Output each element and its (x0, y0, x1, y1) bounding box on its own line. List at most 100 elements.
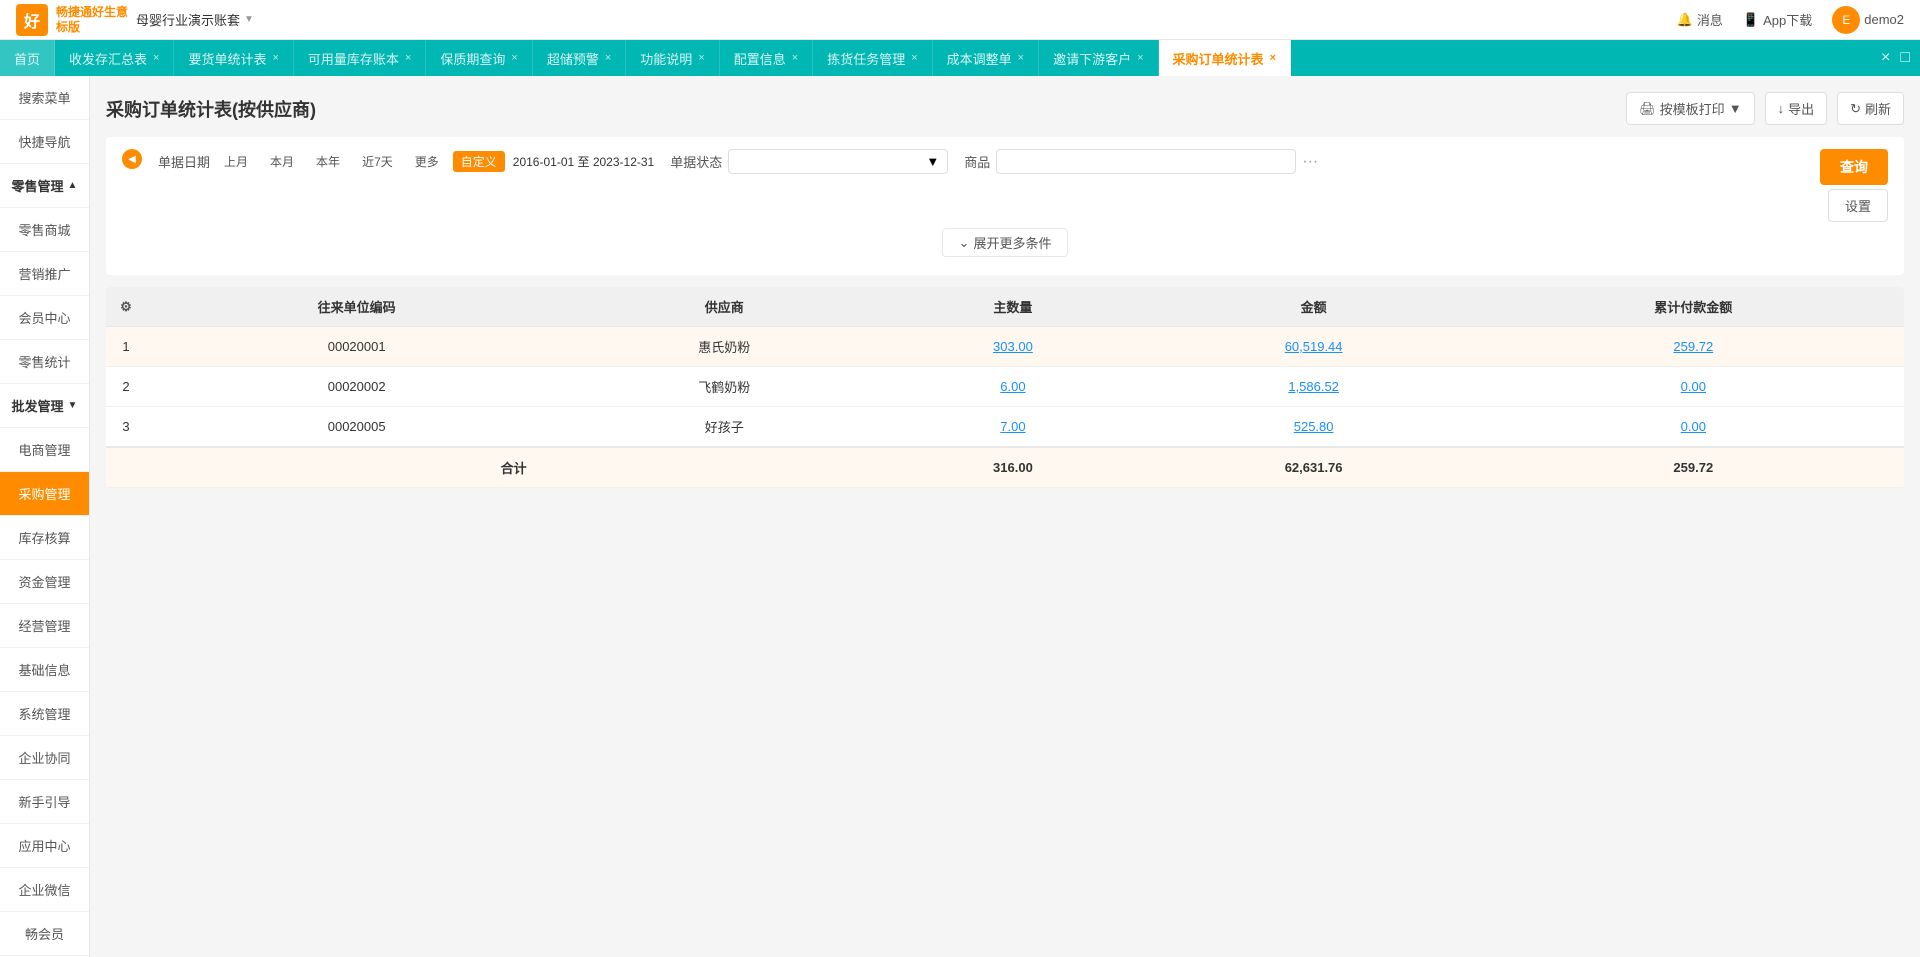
sidebar-item-enterprise-wechat[interactable]: 企业微信 (0, 868, 89, 912)
sidebar-item-wholesale-management[interactable]: 批发管理 ▼ (0, 384, 89, 428)
query-button[interactable]: 查询 (1820, 149, 1888, 185)
column-settings-icon[interactable]: ⚙ (120, 299, 132, 314)
filter-goods-item: 商品 ··· (964, 149, 1326, 174)
filter-panel: ◀ 单据日期 上月 本月 本年 近7天 更多 自定义 2016-01-01 至 … (106, 137, 1904, 275)
table-row: 2 00020002 飞鹤奶粉 6.00 1,586.52 0.00 (106, 367, 1904, 407)
tab-order-summary[interactable]: 要货单统计表 × (174, 40, 293, 76)
export-button[interactable]: ↓ 导出 (1765, 92, 1828, 125)
tab-invite-downstream[interactable]: 邀请下游客户 × (1039, 40, 1158, 76)
date-shortcut-this-month[interactable]: 本月 (262, 151, 302, 172)
print-button[interactable]: 🖨 按模板打印 ▼ (1626, 92, 1754, 125)
th-paid-amount: 累计付款金额 (1483, 287, 1904, 327)
filter-main-row: ◀ 单据日期 上月 本月 本年 近7天 更多 自定义 2016-01-01 至 … (122, 149, 1888, 222)
wholesale-management-toggle-icon: ▼ (68, 400, 78, 411)
row-supplier: 惠氏奶粉 (567, 327, 881, 367)
workspace-dropdown-arrow: ▼ (244, 14, 254, 25)
refresh-button[interactable]: ↻ 刷新 (1837, 92, 1904, 125)
sidebar-item-retail-mall[interactable]: 零售商城 (0, 208, 89, 252)
sidebar-item-search[interactable]: 搜索菜单 (0, 76, 89, 120)
app-download-btn[interactable]: 📱 App下载 (1743, 10, 1812, 29)
tab-purchase-order-summary[interactable]: 采购订单统计表 × (1159, 40, 1291, 76)
close-tab-config-info[interactable]: × (792, 52, 798, 64)
close-tab-pick-task[interactable]: × (911, 52, 917, 64)
workspace-selector[interactable]: 母婴行业演示账套 ▼ (136, 10, 254, 29)
status-select[interactable]: ▼ (728, 149, 948, 174)
tab-warranty-query[interactable]: 保质期查询 × (426, 40, 532, 76)
date-custom-tag[interactable]: 自定义 (453, 151, 505, 172)
data-table: ⚙ 往来单位编码 供应商 主数量 金额 累计付款金额 1 00020001 惠氏… (106, 287, 1904, 488)
table-row: 1 00020001 惠氏奶粉 303.00 60,519.44 259.72 (106, 327, 1904, 367)
tab-receive-summary[interactable]: 收发存汇总表 × (55, 40, 174, 76)
app-icon: 📱 (1743, 12, 1759, 28)
footer-quantity: 316.00 (881, 447, 1144, 488)
close-tab-function-desc[interactable]: × (698, 52, 704, 64)
close-tab-cost-adjust[interactable]: × (1018, 52, 1024, 64)
header-actions: 🖨 按模板打印 ▼ ↓ 导出 ↻ 刷新 (1626, 92, 1904, 125)
row-paid-amount: 0.00 (1483, 367, 1904, 407)
row-amount: 525.80 (1145, 407, 1483, 448)
sidebar-item-app-center[interactable]: 应用中心 (0, 824, 89, 868)
sidebar-item-retail-stats[interactable]: 零售统计 (0, 340, 89, 384)
row-supplier: 好孩子 (567, 407, 881, 448)
date-shortcut-more[interactable]: 更多 (407, 151, 447, 172)
close-tab-order-summary[interactable]: × (272, 52, 278, 64)
sidebar: 搜索菜单 快捷导航 零售管理 ▲ 零售商城 营销推广 会员中心 零售统计 批发管… (0, 76, 90, 957)
sidebar-item-new-guide[interactable]: 新手引导 (0, 780, 89, 824)
sidebar-item-marketing[interactable]: 营销推广 (0, 252, 89, 296)
sidebar-item-system[interactable]: 系统管理 (0, 692, 89, 736)
sidebar-item-purchase-management[interactable]: 采购管理 (0, 472, 89, 516)
user-profile[interactable]: E demo2 (1832, 6, 1904, 34)
sidebar-item-inventory-check[interactable]: 库存核算 (0, 516, 89, 560)
close-tab-overstock-warning[interactable]: × (605, 52, 611, 64)
row-quantity: 6.00 (881, 367, 1144, 407)
th-amount: 金额 (1145, 287, 1483, 327)
date-shortcut-7days[interactable]: 近7天 (354, 151, 401, 172)
row-code: 00020002 (146, 367, 567, 407)
expand-down-icon: ⌄ (959, 235, 970, 251)
collapse-filter-btn[interactable]: ◀ (122, 149, 142, 169)
sidebar-item-operations[interactable]: 经营管理 (0, 604, 89, 648)
page-header: 采购订单统计表(按供应商) 🖨 按模板打印 ▼ ↓ 导出 ↻ 刷新 (106, 92, 1904, 125)
sidebar-item-member-center[interactable]: 会员中心 (0, 296, 89, 340)
tab-config-info[interactable]: 配置信息 × (720, 40, 813, 76)
tab-pick-task[interactable]: 拣货任务管理 × (813, 40, 932, 76)
row-quantity: 7.00 (881, 407, 1144, 448)
table-row: 3 00020005 好孩子 7.00 525.80 0.00 (106, 407, 1904, 448)
footer-label: 合计 (146, 447, 881, 488)
export-icon: ↓ (1778, 101, 1785, 116)
sidebar-item-basic-info[interactable]: 基础信息 (0, 648, 89, 692)
sidebar-item-retail-management[interactable]: 零售管理 ▲ (0, 164, 89, 208)
sidebar-item-finance[interactable]: 资金管理 (0, 560, 89, 604)
expand-more-btn[interactable]: ⌄ 展开更多条件 (942, 228, 1069, 257)
close-tab-purchase-order-summary[interactable]: × (1270, 52, 1276, 64)
tab-function-desc[interactable]: 功能说明 × (626, 40, 719, 76)
filter-status-item: 单据状态 ▼ (670, 149, 948, 174)
date-shortcut-last-month[interactable]: 上月 (216, 151, 256, 172)
sidebar-item-ecommerce[interactable]: 电商管理 (0, 428, 89, 472)
close-tab-receive-summary[interactable]: × (153, 52, 159, 64)
avatar: E (1832, 6, 1860, 34)
sidebar-item-quick-nav[interactable]: 快捷导航 (0, 120, 89, 164)
table-footer-row: 合计 316.00 62,631.76 259.72 (106, 447, 1904, 488)
query-btn-col: 查询 设置 (1804, 149, 1888, 222)
data-table-wrap: ⚙ 往来单位编码 供应商 主数量 金额 累计付款金额 1 00020001 惠氏… (106, 287, 1904, 488)
close-tab-invite-downstream[interactable]: × (1137, 52, 1143, 64)
date-shortcut-this-year[interactable]: 本年 (308, 151, 348, 172)
sidebar-item-enterprise-collab[interactable]: 企业协同 (0, 736, 89, 780)
tab-overstock-warning[interactable]: 超储预警 × (533, 40, 626, 76)
goods-input-more-btn[interactable]: ··· (1302, 153, 1318, 171)
print-icon: 🖨 (1639, 101, 1656, 117)
maximize-btn[interactable]: □ (1900, 49, 1910, 67)
goods-input[interactable] (996, 149, 1296, 174)
table-header-row: ⚙ 往来单位编码 供应商 主数量 金额 累计付款金额 (106, 287, 1904, 327)
close-all-tabs-btn[interactable]: × (1881, 49, 1890, 67)
close-tab-available-inventory[interactable]: × (405, 52, 411, 64)
expand-more-section: ⌄ 展开更多条件 (122, 222, 1888, 263)
close-tab-warranty-query[interactable]: × (511, 52, 517, 64)
tab-home[interactable]: 首页 (0, 40, 55, 76)
sidebar-item-vip[interactable]: 畅会员 (0, 912, 89, 956)
tab-available-inventory[interactable]: 可用量库存账本 × (294, 40, 426, 76)
message-btn[interactable]: 🔔 消息 (1677, 10, 1723, 29)
settings-button[interactable]: 设置 (1828, 189, 1888, 222)
tab-cost-adjust[interactable]: 成本调整单 × (933, 40, 1039, 76)
